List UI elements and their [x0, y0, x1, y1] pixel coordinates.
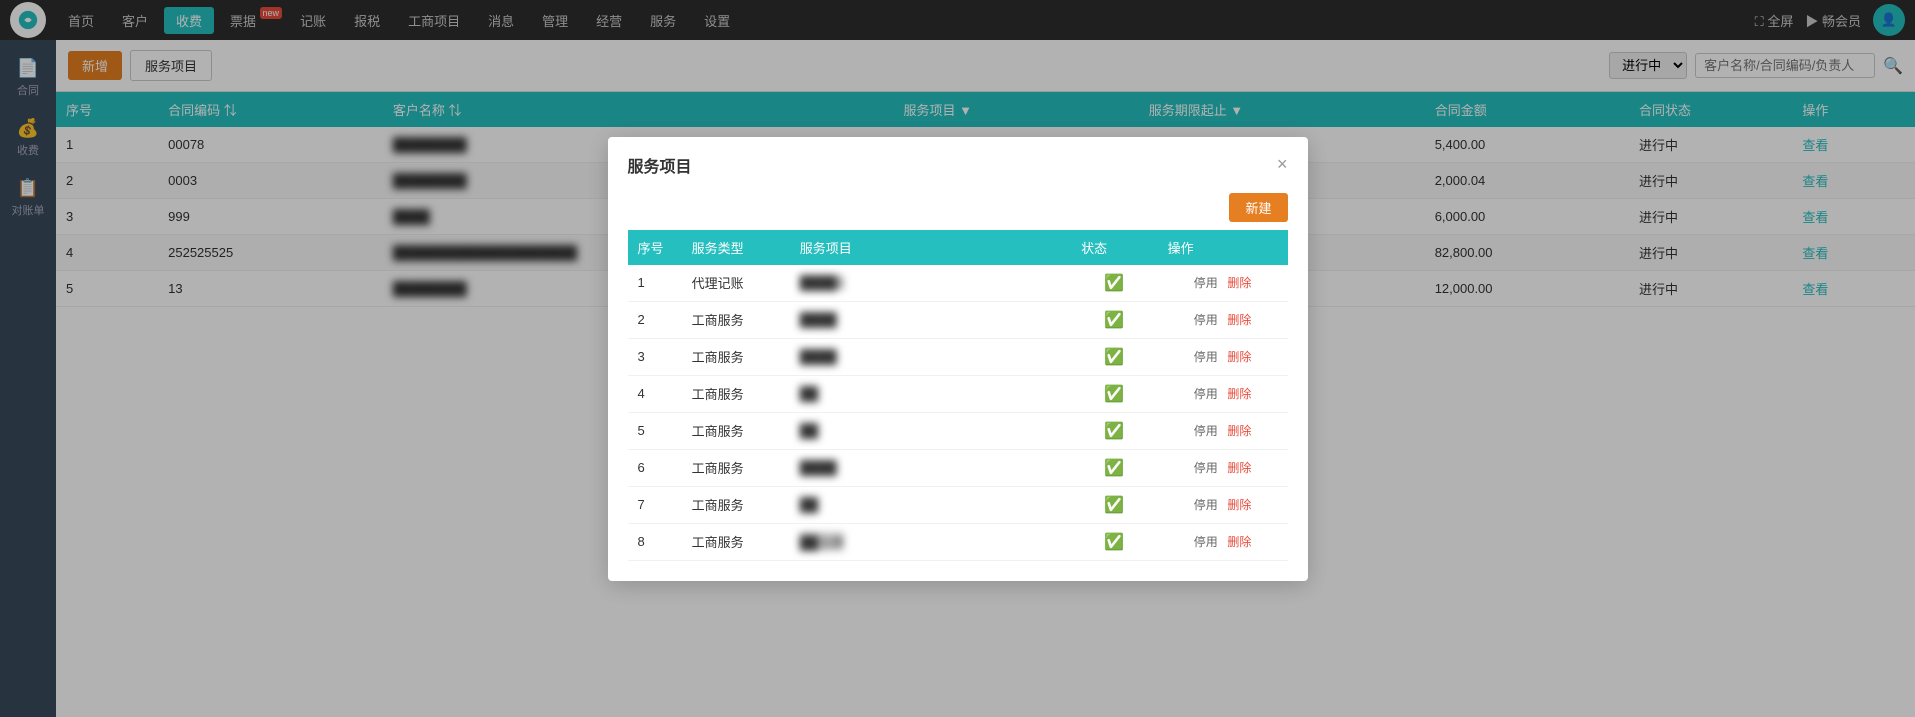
modal-cell-service: ██ — [790, 375, 1071, 412]
modal-overlay[interactable]: 服务项目 × 新建 序号 服务类型 服务项目 状态 操作 1 代理记账 ████ — [0, 0, 1915, 717]
modal-cell-service: ████ — [790, 449, 1071, 486]
delete-button[interactable]: 删除 — [1227, 385, 1251, 402]
modal-cell-seq: 1 — [628, 265, 682, 302]
modal-cell-status: ✅ — [1071, 449, 1158, 486]
modal-cell-status: ✅ — [1071, 301, 1158, 338]
delete-button[interactable]: 删除 — [1227, 348, 1251, 365]
modal-toolbar: 新建 — [608, 185, 1308, 230]
modal-cell-action: 停用 删除 — [1158, 412, 1288, 449]
modal-cell-action: 停用 删除 — [1158, 375, 1288, 412]
modal-cell-type: 工商服务 — [682, 449, 790, 486]
delete-button[interactable]: 删除 — [1227, 496, 1251, 513]
modal-body: 序号 服务类型 服务项目 状态 操作 1 代理记账 ████1 ✅ 停用 删除 … — [608, 230, 1308, 581]
modal-header: 服务项目 × — [608, 137, 1308, 185]
modal-cell-service: ████ — [790, 301, 1071, 338]
modal-table-row: 6 工商服务 ████ ✅ 停用 删除 — [628, 449, 1288, 486]
modal-cell-service: ██ — [790, 412, 1071, 449]
modal-table-row: 1 代理记账 ████1 ✅ 停用 删除 — [628, 265, 1288, 302]
service-items-modal: 服务项目 × 新建 序号 服务类型 服务项目 状态 操作 1 代理记账 ████ — [608, 137, 1308, 581]
modal-cell-action: 停用 删除 — [1158, 449, 1288, 486]
stop-button[interactable]: 停用 — [1194, 348, 1218, 365]
modal-table-row: 2 工商服务 ████ ✅ 停用 删除 — [628, 301, 1288, 338]
modal-cell-status: ✅ — [1071, 375, 1158, 412]
modal-cell-service: ████ — [790, 338, 1071, 375]
service-items-table: 序号 服务类型 服务项目 状态 操作 1 代理记账 ████1 ✅ 停用 删除 … — [628, 230, 1288, 561]
delete-button[interactable]: 删除 — [1227, 311, 1251, 328]
modal-cell-action: 停用 删除 — [1158, 338, 1288, 375]
stop-button[interactable]: 停用 — [1194, 422, 1218, 439]
modal-cell-type: 工商服务 — [682, 486, 790, 523]
modal-cell-type: 工商服务 — [682, 338, 790, 375]
modal-cell-service: ██ — [790, 486, 1071, 523]
modal-col-status: 状态 — [1071, 230, 1158, 265]
delete-button[interactable]: 删除 — [1227, 459, 1251, 476]
modal-cell-seq: 4 — [628, 375, 682, 412]
delete-button[interactable]: 删除 — [1227, 422, 1251, 439]
modal-cell-service: ██注册 — [790, 523, 1071, 560]
stop-button[interactable]: 停用 — [1194, 496, 1218, 513]
modal-cell-seq: 2 — [628, 301, 682, 338]
modal-cell-status: ✅ — [1071, 338, 1158, 375]
modal-cell-status: ✅ — [1071, 523, 1158, 560]
modal-cell-action: 停用 删除 — [1158, 301, 1288, 338]
stop-button[interactable]: 停用 — [1194, 274, 1218, 291]
modal-cell-status: ✅ — [1071, 486, 1158, 523]
modal-new-button[interactable]: 新建 — [1229, 193, 1287, 222]
modal-table-row: 4 工商服务 ██ ✅ 停用 删除 — [628, 375, 1288, 412]
modal-cell-type: 工商服务 — [682, 523, 790, 560]
stop-button[interactable]: 停用 — [1194, 311, 1218, 328]
modal-cell-action: 停用 删除 — [1158, 486, 1288, 523]
modal-title: 服务项目 — [628, 153, 692, 177]
modal-cell-seq: 7 — [628, 486, 682, 523]
modal-col-service: 服务项目 — [790, 230, 1071, 265]
modal-cell-type: 工商服务 — [682, 301, 790, 338]
modal-cell-type: 工商服务 — [682, 375, 790, 412]
delete-button[interactable]: 删除 — [1227, 274, 1251, 291]
modal-cell-status: ✅ — [1071, 412, 1158, 449]
modal-cell-seq: 6 — [628, 449, 682, 486]
modal-cell-seq: 5 — [628, 412, 682, 449]
modal-table-row: 5 工商服务 ██ ✅ 停用 删除 — [628, 412, 1288, 449]
modal-cell-action: 停用 删除 — [1158, 523, 1288, 560]
stop-button[interactable]: 停用 — [1194, 533, 1218, 550]
modal-col-action: 操作 — [1158, 230, 1288, 265]
modal-col-type: 服务类型 — [682, 230, 790, 265]
modal-cell-type: 工商服务 — [682, 412, 790, 449]
modal-col-seq: 序号 — [628, 230, 682, 265]
delete-button[interactable]: 删除 — [1227, 533, 1251, 550]
modal-table-row: 3 工商服务 ████ ✅ 停用 删除 — [628, 338, 1288, 375]
modal-cell-seq: 3 — [628, 338, 682, 375]
modal-table-row: 8 工商服务 ██注册 ✅ 停用 删除 — [628, 523, 1288, 560]
modal-cell-type: 代理记账 — [682, 265, 790, 302]
stop-button[interactable]: 停用 — [1194, 459, 1218, 476]
stop-button[interactable]: 停用 — [1194, 385, 1218, 402]
modal-table-row: 7 工商服务 ██ ✅ 停用 删除 — [628, 486, 1288, 523]
modal-cell-status: ✅ — [1071, 265, 1158, 302]
modal-close-button[interactable]: × — [1277, 154, 1288, 175]
modal-cell-seq: 8 — [628, 523, 682, 560]
modal-cell-action: 停用 删除 — [1158, 265, 1288, 302]
modal-cell-service: ████1 — [790, 265, 1071, 302]
